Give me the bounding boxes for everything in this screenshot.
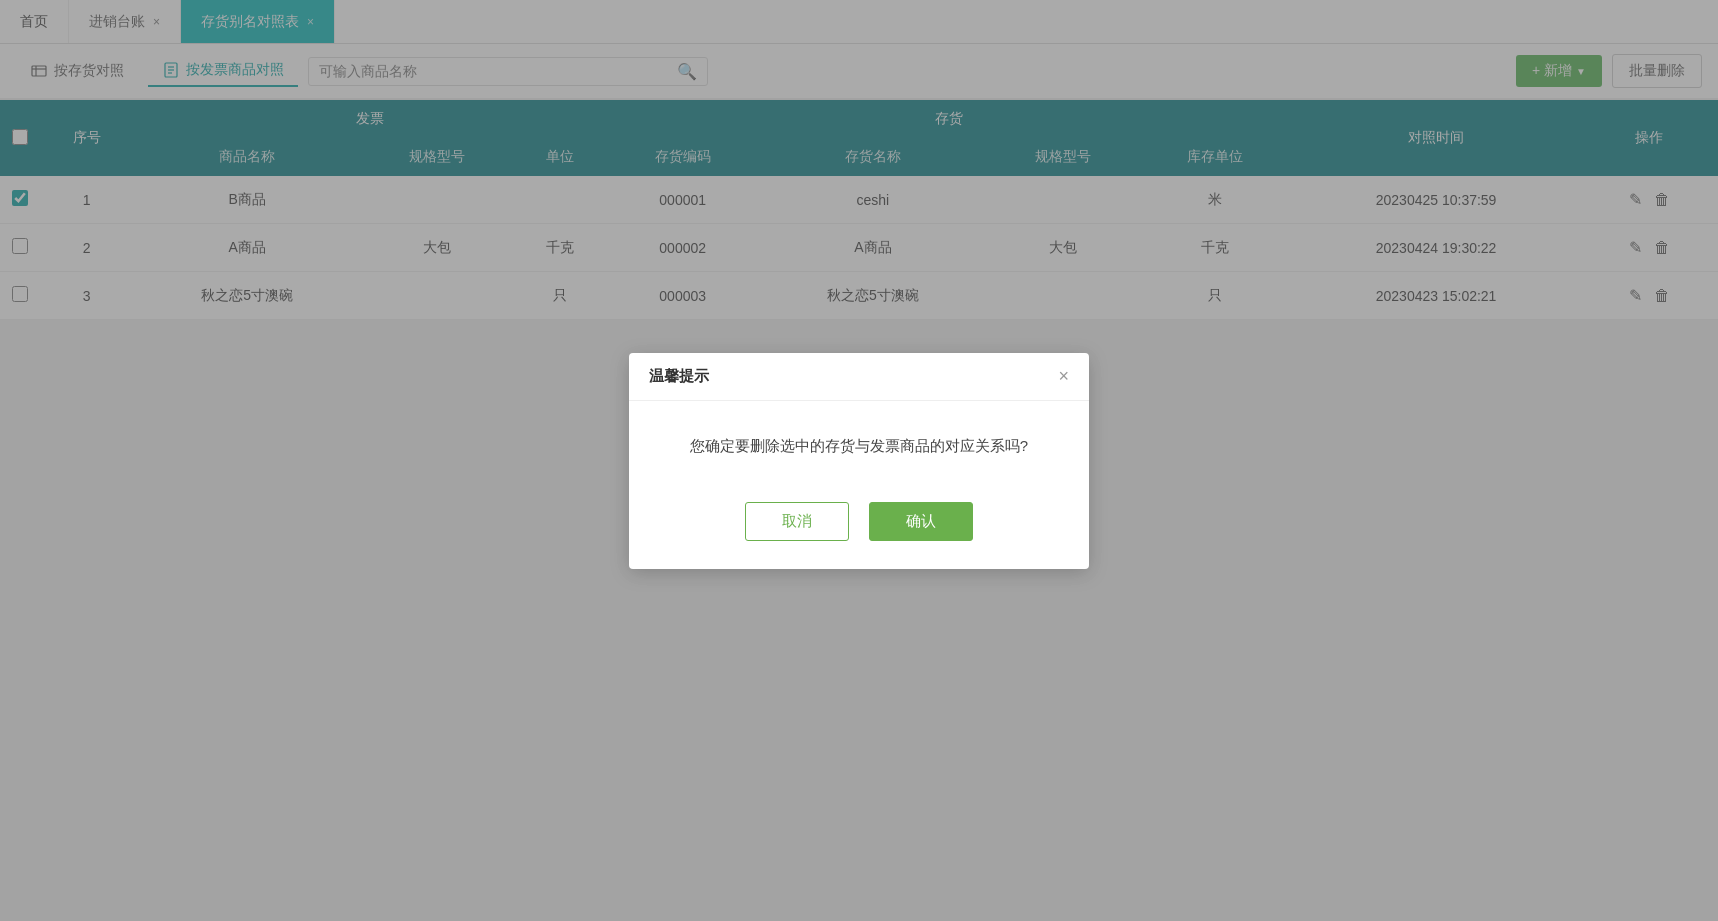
modal-overlay: 温馨提示 × 您确定要删除选中的存货与发票商品的对应关系吗? 取消 确认 — [0, 0, 1718, 320]
